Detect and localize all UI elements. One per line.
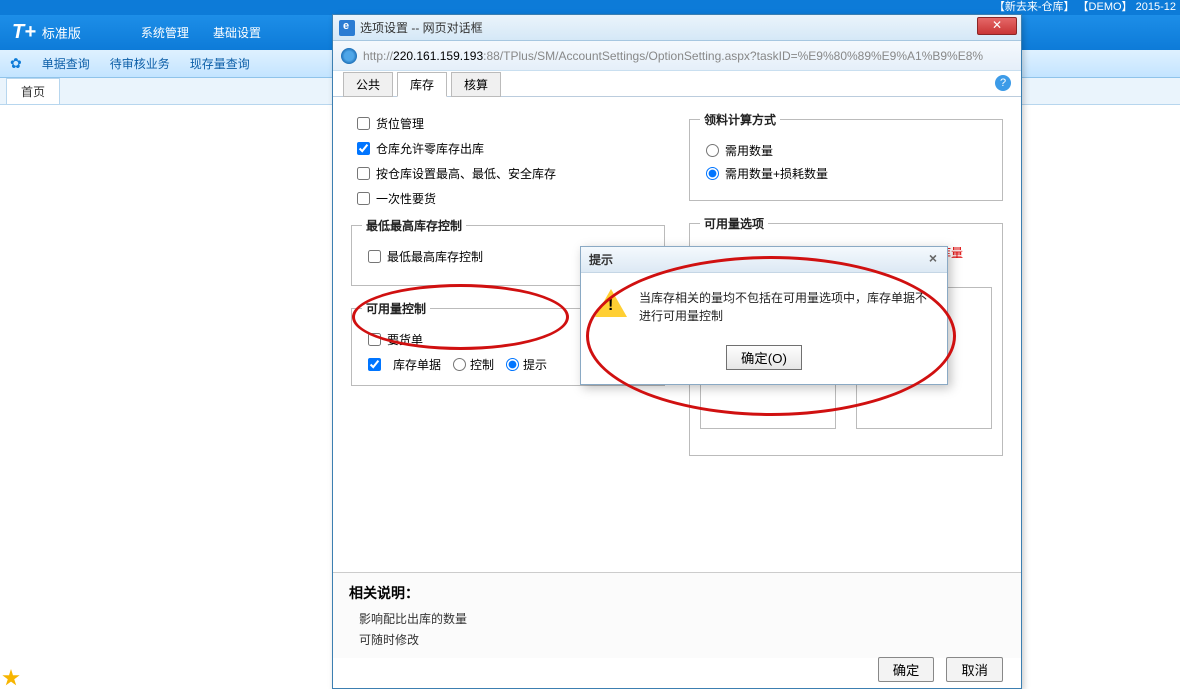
app-logo-sub: 标准版: [42, 23, 81, 42]
dialog-titlebar[interactable]: 选项设置 -- 网页对话框 ✕: [333, 15, 1021, 41]
submenu-pending[interactable]: 待审核业务: [110, 55, 170, 72]
dialog-close-button[interactable]: ✕: [977, 17, 1017, 35]
tab-public[interactable]: 公共: [343, 72, 393, 97]
alert-close-button[interactable]: ×: [925, 251, 941, 267]
chk-lingku[interactable]: [357, 142, 370, 155]
tab-home[interactable]: 首页: [6, 78, 60, 104]
radio-prompt[interactable]: [506, 358, 519, 371]
lbl-sunhao[interactable]: 需用数量+损耗数量: [725, 165, 828, 182]
desc-body: 影响配比出库的数量 可随时修改: [349, 609, 1005, 650]
settings-tabs: 公共 库存 核算 ?: [333, 71, 1021, 97]
desc-line1: 影响配比出库的数量: [359, 609, 1005, 629]
ie-globe-icon: [341, 48, 357, 64]
fs-lingliao-legend: 领料计算方式: [700, 111, 780, 128]
chk-yaohuo[interactable]: [368, 333, 381, 346]
chk-minmax[interactable]: [368, 250, 381, 263]
fs-keyong-legend: 可用量控制: [362, 300, 430, 317]
cancel-button[interactable]: 取消: [946, 657, 1003, 682]
alert-message: 当库存相关的量均不包括在可用量选项中，库存单据不进行可用量控制: [639, 289, 933, 325]
desc-title: 相关说明：: [349, 583, 1005, 603]
tab-accounting[interactable]: 核算: [451, 72, 501, 97]
dialog-footer: 确定 取消: [878, 651, 1003, 688]
lbl-yaohuo[interactable]: 要货单: [387, 331, 423, 348]
ie-icon: [339, 20, 355, 36]
radio-sunhao[interactable]: [706, 167, 719, 180]
radio-control[interactable]: [453, 358, 466, 371]
chk-kucun[interactable]: [368, 358, 381, 371]
lbl-kucun[interactable]: 库存单据: [393, 356, 441, 373]
lbl-minmax[interactable]: 最低最高库存控制: [387, 248, 483, 265]
fs-lingliao: 领料计算方式 需用数量 需用数量+损耗数量: [689, 111, 1003, 201]
alert-body: 当库存相关的量均不包括在可用量选项中，库存单据不进行可用量控制: [581, 273, 947, 345]
help-icon[interactable]: ?: [995, 75, 1011, 91]
alert-titlebar[interactable]: 提示 ×: [581, 247, 947, 273]
chk-anku[interactable]: [357, 167, 370, 180]
gear-icon[interactable]: ✿: [10, 55, 22, 72]
main-menu: 系统管理 基础设置: [141, 24, 261, 41]
url-text: http://220.161.159.193:88/TPlus/SM/Accou…: [363, 49, 983, 63]
alert-title-text: 提示: [589, 251, 613, 268]
lbl-xuyong[interactable]: 需用数量: [725, 142, 773, 159]
status-bar: 【新去来-仓库】 【DEMO】 2015-12: [0, 0, 1180, 15]
menu-system[interactable]: 系统管理: [141, 24, 189, 41]
lbl-yici[interactable]: 一次性要货: [376, 190, 436, 207]
alert-dialog: 提示 × 当库存相关的量均不包括在可用量选项中，库存单据不进行可用量控制 确定(…: [580, 246, 948, 385]
fs-minmax-legend: 最低最高库存控制: [362, 217, 466, 234]
star-icon: [2, 669, 20, 687]
desc-line2: 可随时修改: [359, 630, 1005, 650]
description-area: 相关说明： 影响配比出库的数量 可随时修改: [333, 572, 1021, 658]
ok-button[interactable]: 确定: [878, 657, 935, 682]
menu-basic[interactable]: 基础设置: [213, 24, 261, 41]
chk-yici[interactable]: [357, 192, 370, 205]
lbl-prompt[interactable]: 提示: [523, 356, 547, 373]
alert-ok-button[interactable]: 确定(O): [726, 345, 802, 370]
lbl-control[interactable]: 控制: [470, 356, 494, 373]
url-bar: http://220.161.159.193:88/TPlus/SM/Accou…: [333, 41, 1021, 71]
lbl-lingku[interactable]: 仓库允许零库存出库: [376, 140, 484, 157]
lbl-anku[interactable]: 按仓库设置最高、最低、安全库存: [376, 165, 556, 182]
dialog-title-text: 选项设置 -- 网页对话框: [360, 19, 483, 36]
fs-keyongxx-legend: 可用量选项: [700, 215, 768, 232]
app-logo: T+: [12, 21, 36, 44]
submenu-stock-query[interactable]: 现存量查询: [190, 55, 250, 72]
tab-inventory[interactable]: 库存: [397, 72, 447, 97]
alert-footer: 确定(O): [581, 345, 947, 384]
chk-huowei[interactable]: [357, 117, 370, 130]
warning-icon: [595, 289, 627, 321]
lbl-huowei[interactable]: 货位管理: [376, 115, 424, 132]
submenu-bill-query[interactable]: 单据查询: [42, 55, 90, 72]
radio-xuyong[interactable]: [706, 144, 719, 157]
